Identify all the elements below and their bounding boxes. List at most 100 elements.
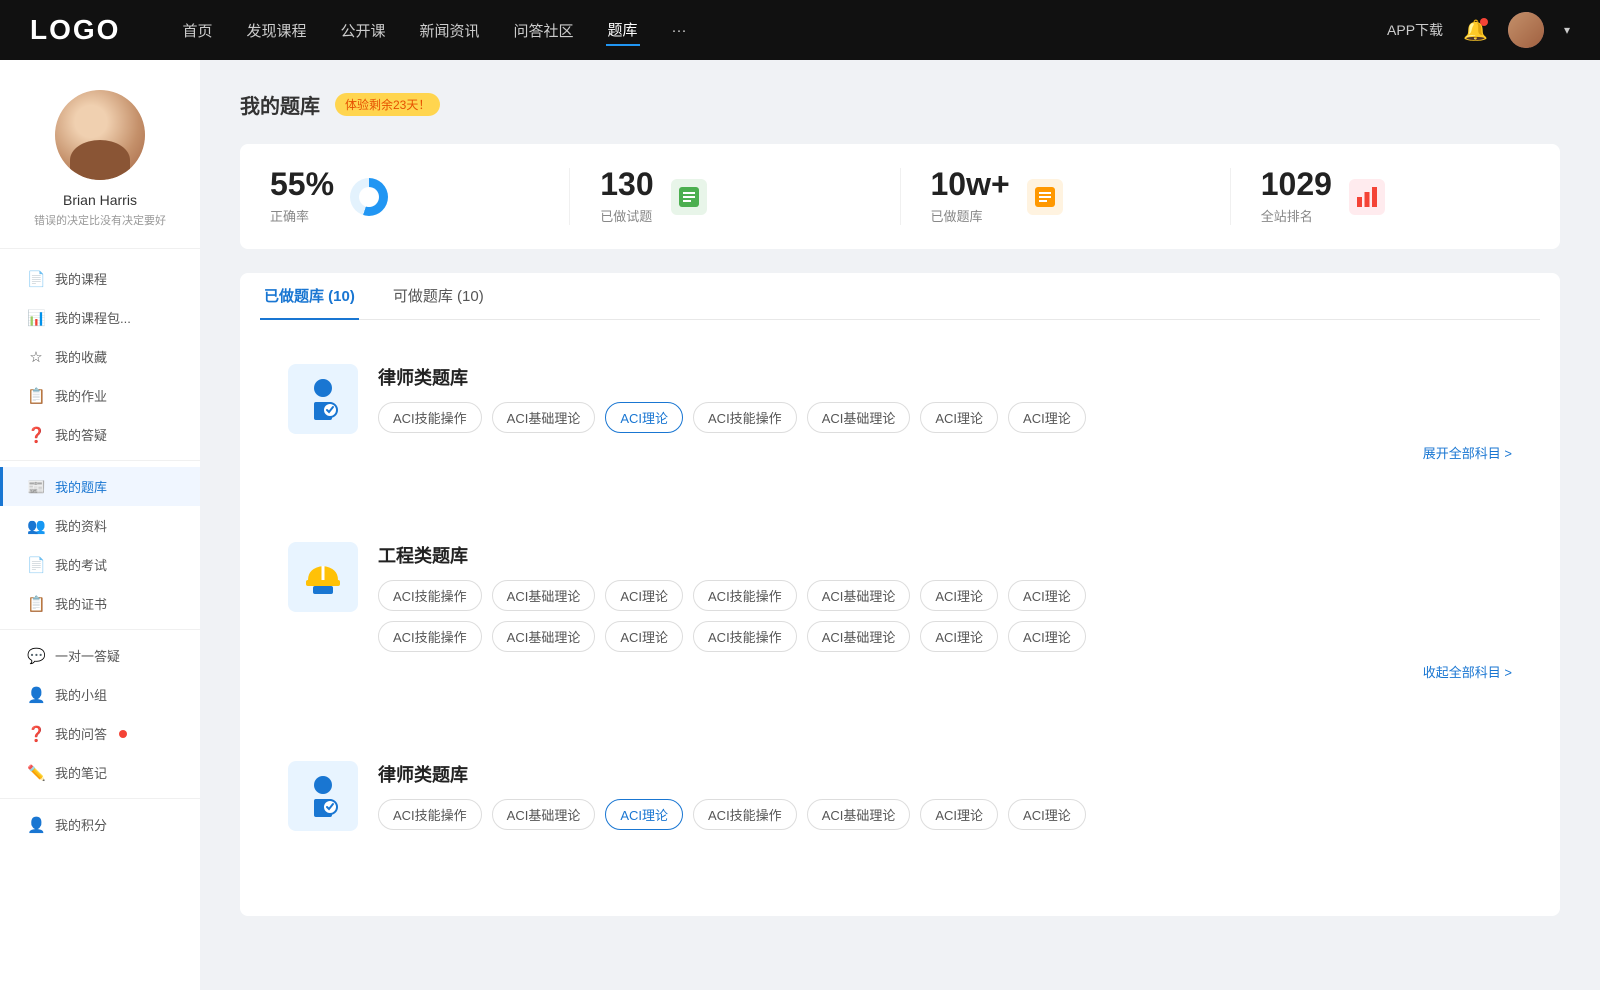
topic-title-3: 律师类题库 — [378, 761, 1512, 787]
tag-2-r1-2[interactable]: ACI理论 — [605, 580, 683, 611]
tag-2-r2-3[interactable]: ACI技能操作 — [693, 621, 797, 652]
tag-1-0[interactable]: ACI技能操作 — [378, 402, 482, 433]
course-pack-icon: 📊 — [27, 309, 45, 327]
nav-menu: 首页 发现课程 公开课 新闻资讯 问答社区 题库 ··· — [180, 15, 1387, 46]
tab-done-banks[interactable]: 已做题库 (10) — [260, 273, 359, 320]
topic-card-1-header: 律师类题库 ACI技能操作 ACI基础理论 ACI理论 ACI技能操作 ACI基… — [288, 364, 1512, 462]
profile-avatar[interactable] — [55, 90, 145, 180]
tag-1-1[interactable]: ACI基础理论 — [492, 402, 596, 433]
avatar-image — [1508, 12, 1544, 48]
tag-2-r2-2[interactable]: ACI理论 — [605, 621, 683, 652]
tag-3-1[interactable]: ACI基础理论 — [492, 799, 596, 830]
avatar-inner — [55, 90, 145, 180]
points-icon: 👤 — [27, 816, 45, 834]
tag-1-6[interactable]: ACI理论 — [1008, 402, 1086, 433]
group-icon: 👤 — [27, 686, 45, 704]
bank-icon: 📰 — [27, 478, 45, 496]
tag-2-r1-5[interactable]: ACI理论 — [920, 580, 998, 611]
tag-2-r2-6[interactable]: ACI理论 — [1008, 621, 1086, 652]
tag-1-4[interactable]: ACI基础理论 — [807, 402, 911, 433]
myqa-dot — [119, 730, 127, 738]
tag-3-2[interactable]: ACI理论 — [605, 799, 683, 830]
tab-todo-banks[interactable]: 可做题库 (10) — [389, 273, 488, 320]
sidebar-item-points[interactable]: 👤 我的积分 — [0, 805, 200, 844]
tag-1-2[interactable]: ACI理论 — [605, 402, 683, 433]
navbar: LOGO 首页 发现课程 公开课 新闻资讯 问答社区 题库 ··· APP下载 … — [0, 0, 1600, 60]
topic-1-tags: ACI技能操作 ACI基础理论 ACI理论 ACI技能操作 ACI基础理论 AC… — [378, 402, 1512, 433]
stat-value-rank: 1029 — [1261, 168, 1332, 200]
topic-content-3: 律师类题库 ACI技能操作 ACI基础理论 ACI理论 ACI技能操作 ACI基… — [378, 761, 1512, 840]
sidebar-item-notes[interactable]: ✏️ 我的笔记 — [0, 753, 200, 792]
tag-1-5[interactable]: ACI理论 — [920, 402, 998, 433]
stat-value-done: 130 — [600, 168, 653, 200]
user-avatar[interactable] — [1508, 12, 1544, 48]
nav-discover[interactable]: 发现课程 — [244, 16, 308, 45]
sidebar-item-course-pack[interactable]: 📊 我的课程包... — [0, 298, 200, 337]
main-content: 我的题库 体验剩余23天！ 55% 正确率 130 已做试题 — [200, 60, 1600, 990]
lawyer-svg-1 — [298, 374, 348, 424]
favorites-icon: ☆ — [27, 348, 45, 366]
tag-2-r1-4[interactable]: ACI基础理论 — [807, 580, 911, 611]
tag-3-3[interactable]: ACI技能操作 — [693, 799, 797, 830]
sidebar-item-group[interactable]: 👤 我的小组 — [0, 675, 200, 714]
nav-bank[interactable]: 题库 — [606, 15, 640, 46]
topic-card-2-header: 工程类题库 ACI技能操作 ACI基础理论 ACI理论 ACI技能操作 ACI基… — [288, 542, 1512, 681]
tag-2-r1-6[interactable]: ACI理论 — [1008, 580, 1086, 611]
stat-rank: 1029 全站排名 — [1231, 168, 1560, 225]
notification-bell[interactable]: 🔔 — [1463, 18, 1488, 43]
tabs-container: 已做题库 (10) 可做题库 (10) 律师类题库 — [240, 273, 1560, 916]
nav-news[interactable]: 新闻资讯 — [418, 16, 482, 45]
notification-dot — [1480, 18, 1488, 26]
sidebar-item-homework[interactable]: 📋 我的作业 — [0, 376, 200, 415]
sidebar-item-1on1[interactable]: 💬 一对一答疑 — [0, 636, 200, 675]
collapse-link-2[interactable]: 收起全部科目 > — [378, 662, 1512, 681]
tag-2-r2-5[interactable]: ACI理论 — [920, 621, 998, 652]
sidebar-item-material[interactable]: 👥 我的资料 — [0, 506, 200, 545]
notes-orange-icon — [1024, 176, 1066, 218]
topic-title-1: 律师类题库 — [378, 364, 1512, 390]
sidebar-item-exam[interactable]: 📄 我的考试 — [0, 545, 200, 584]
tag-2-r2-4[interactable]: ACI基础理论 — [807, 621, 911, 652]
sidebar-item-qa[interactable]: ❓ 我的答疑 — [0, 415, 200, 454]
stat-done-questions: 130 已做试题 — [570, 168, 900, 225]
profile-name: Brian Harris — [63, 192, 137, 208]
tag-2-r1-3[interactable]: ACI技能操作 — [693, 580, 797, 611]
stat-label-rank: 全站排名 — [1261, 206, 1332, 225]
sidebar: Brian Harris 错误的决定比没有决定要好 📄 我的课程 📊 我的课程包… — [0, 60, 200, 990]
user-menu-chevron[interactable]: ▾ — [1564, 23, 1570, 37]
main-wrapper: Brian Harris 错误的决定比没有决定要好 📄 我的课程 📊 我的课程包… — [0, 60, 1600, 990]
notes-green-icon — [668, 176, 710, 218]
sidebar-item-course[interactable]: 📄 我的课程 — [0, 259, 200, 298]
tag-2-r2-0[interactable]: ACI技能操作 — [378, 621, 482, 652]
expand-link-1[interactable]: 展开全部科目 > — [378, 443, 1512, 462]
sidebar-item-myqa[interactable]: ❓ 我的问答 — [0, 714, 200, 753]
topic-content-1: 律师类题库 ACI技能操作 ACI基础理论 ACI理论 ACI技能操作 ACI基… — [378, 364, 1512, 462]
sidebar-divider-1 — [0, 460, 200, 461]
tag-1-3[interactable]: ACI技能操作 — [693, 402, 797, 433]
nav-open-course[interactable]: 公开课 — [338, 16, 387, 45]
nav-more[interactable]: ··· — [670, 18, 689, 43]
topic-icon-lawyer-1 — [288, 364, 358, 434]
sidebar-item-certificate[interactable]: 📋 我的证书 — [0, 584, 200, 623]
app-download[interactable]: APP下载 — [1387, 20, 1443, 40]
sidebar-divider-3 — [0, 798, 200, 799]
tag-3-6[interactable]: ACI理论 — [1008, 799, 1086, 830]
sidebar-item-bank[interactable]: 📰 我的题库 — [0, 467, 200, 506]
tag-3-4[interactable]: ACI基础理论 — [807, 799, 911, 830]
tag-3-5[interactable]: ACI理论 — [920, 799, 998, 830]
tag-2-r1-0[interactable]: ACI技能操作 — [378, 580, 482, 611]
engineer-svg — [298, 552, 348, 602]
logo[interactable]: LOGO — [30, 14, 120, 46]
page-header: 我的题库 体验剩余23天！ — [240, 90, 1560, 119]
nav-qa[interactable]: 问答社区 — [512, 16, 576, 45]
sidebar-item-favorites[interactable]: ☆ 我的收藏 — [0, 337, 200, 376]
profile-section: Brian Harris 错误的决定比没有决定要好 — [0, 90, 200, 249]
nav-home[interactable]: 首页 — [180, 16, 214, 45]
1on1-icon: 💬 — [27, 647, 45, 665]
certificate-icon: 📋 — [27, 595, 45, 613]
tag-3-0[interactable]: ACI技能操作 — [378, 799, 482, 830]
tag-2-r2-1[interactable]: ACI基础理论 — [492, 621, 596, 652]
topic-icon-engineer — [288, 542, 358, 612]
tag-2-r1-1[interactable]: ACI基础理论 — [492, 580, 596, 611]
homework-icon: 📋 — [27, 387, 45, 405]
